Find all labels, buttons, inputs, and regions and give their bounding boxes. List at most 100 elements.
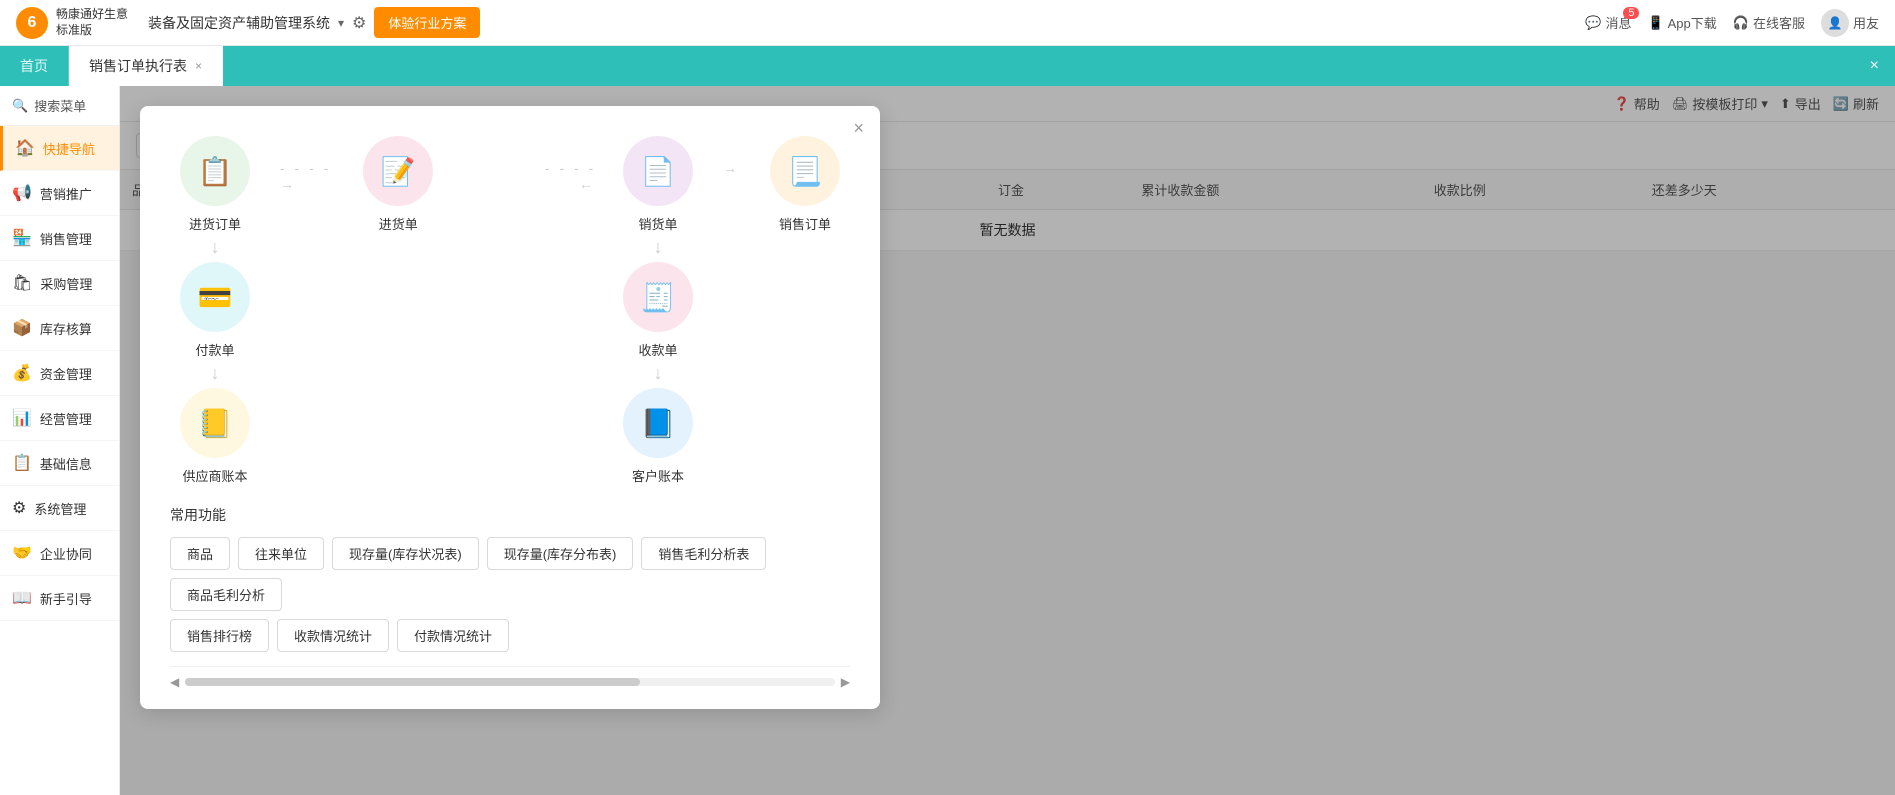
flow-node-receipt[interactable]: 🧾 收款单 [623, 262, 693, 359]
sidebar-item-marketing[interactable]: 📢 营销推广 [0, 171, 119, 216]
sidebar-item-inventory[interactable]: 📦 库存核算 [0, 306, 119, 351]
sidebar-item-system[interactable]: ⚙ 系统管理 [0, 486, 119, 531]
func-btn-stock-status[interactable]: 现存量(库存状况表) [332, 537, 479, 570]
sidebar-item-collab[interactable]: 🤝 企业协同 [0, 531, 119, 576]
common-funcs: 常用功能 商品 往来单位 现存量(库存状况表) 现存量(库存分布表) 销售毛利分… [170, 505, 850, 652]
scrollbar-track[interactable] [185, 678, 835, 686]
flow-node-purchase-bill[interactable]: 📝 进货单 [363, 136, 433, 233]
sales-bill-icon: 📄 [623, 136, 693, 206]
mid-left-col: 📝 进货单 [353, 136, 443, 233]
flow-node-sales-order[interactable]: 📃 销售订单 [770, 136, 840, 233]
tab-home[interactable]: 首页 [0, 46, 69, 86]
sidebar-item-sales[interactable]: 🏪 销售管理 [0, 216, 119, 261]
popup-close-btn[interactable]: × [853, 118, 864, 139]
func-btn-sales-profit[interactable]: 销售毛利分析表 [641, 537, 766, 570]
common-funcs-title: 常用功能 [170, 505, 850, 525]
flow-diagram: 📋 进货订单 ↓ 💳 付款单 ↓ 📒 [170, 136, 850, 485]
system-icon: ⚙ [12, 498, 26, 518]
payment-icon: 💳 [180, 262, 250, 332]
tab-sales-order[interactable]: 销售订单执行表 × [69, 46, 223, 86]
purchase-icon: 🛍 [12, 273, 32, 293]
right-col: 📃 销售订单 [760, 136, 850, 233]
purchase-bill-label: 进货单 [379, 214, 418, 233]
sales-bill-label: 销货单 [638, 214, 677, 233]
settings-icon[interactable]: ⚙ [352, 13, 366, 33]
left-flow-col: 📋 进货订单 ↓ 💳 付款单 ↓ 📒 [170, 136, 260, 485]
message-badge: 5 [1623, 7, 1639, 19]
inventory-icon: 📦 [12, 318, 32, 338]
flow-node-payment[interactable]: 💳 付款单 [180, 262, 250, 359]
func-btn-product[interactable]: 商品 [170, 537, 230, 570]
popup-card: × 📋 进货订单 ↓ 💳 [140, 106, 880, 709]
system-dropdown-btn[interactable]: ▾ [338, 16, 344, 30]
purchase-order-icon: 📋 [180, 136, 250, 206]
message-icon: 💬 [1585, 15, 1601, 31]
func-btn-product-profit[interactable]: 商品毛利分析 [170, 578, 282, 611]
scroll-right-btn[interactable]: ▶ [841, 675, 850, 689]
logo-text: 畅康通好生意 标准版 [56, 7, 128, 38]
sales-order-icon: 📃 [770, 136, 840, 206]
operations-icon: 📊 [12, 408, 32, 428]
logo-icon: 6 [16, 7, 48, 39]
phone-icon: 📱 [1647, 15, 1663, 31]
trial-btn[interactable]: 体验行业方案 [374, 7, 480, 38]
marketing-icon: 📢 [12, 183, 32, 203]
sidebar-item-operations[interactable]: 📊 经营管理 [0, 396, 119, 441]
guide-icon: 📖 [12, 588, 32, 608]
purchase-order-label: 进货订单 [189, 214, 241, 233]
arrow-down-4: ↓ [654, 363, 663, 384]
sidebar-item-basic-info[interactable]: 📋 基础信息 [0, 441, 119, 486]
flow-node-customer[interactable]: 📘 客户账本 [623, 388, 693, 485]
customer-label: 客户账本 [632, 466, 684, 485]
main-layout: 🔍 搜索菜单 🏠 快捷导航 📢 营销推广 🏪 销售管理 🛍 采购管理 📦 库存核… [0, 86, 1895, 795]
top-header: 6 畅康通好生意 标准版 装备及固定资产辅助管理系统 ▾ ⚙ 体验行业方案 💬 … [0, 0, 1895, 46]
func-btn-stock-dist[interactable]: 现存量(库存分布表) [487, 537, 634, 570]
func-btns-row2: 销售排行榜 收款情况统计 付款情况统计 [170, 619, 850, 652]
flow-node-supplier[interactable]: 📒 供应商账本 [180, 388, 250, 485]
mid-right-col: 📄 销货单 ↓ 🧾 收款单 ↓ 📘 客户账本 [613, 136, 703, 485]
user-area[interactable]: 👤 用友 [1821, 9, 1879, 37]
sidebar-item-guide[interactable]: 📖 新手引导 [0, 576, 119, 621]
arrow-down-3: ↓ [654, 237, 663, 258]
flow-node-sales-bill[interactable]: 📄 销货单 [623, 136, 693, 233]
arrow-down-2: ↓ [211, 363, 220, 384]
func-btn-receipt-stats[interactable]: 收款情况统计 [277, 619, 389, 652]
online-service-btn[interactable]: 🎧 在线客服 [1733, 13, 1805, 32]
message-btn[interactable]: 💬 消息 5 [1585, 13, 1631, 32]
sales-order-label: 销售订单 [779, 214, 831, 233]
content-area: ❓ 帮助 🖨 按模板打印 ▾ ⬆ 导出 🔄 刷新 [120, 86, 1895, 795]
system-title: 装备及固定资产辅助管理系统 ▾ ⚙ 体验行业方案 [148, 7, 1573, 38]
supplier-icon: 📒 [180, 388, 250, 458]
sales-icon: 🏪 [12, 228, 32, 248]
finance-icon: 💰 [12, 363, 32, 383]
scrollbar-thumb [185, 678, 640, 686]
func-btn-sales-rank[interactable]: 销售排行榜 [170, 619, 269, 652]
collab-icon: 🤝 [12, 543, 32, 563]
purchase-bill-icon: 📝 [363, 136, 433, 206]
close-all-tabs-btn[interactable]: × [1854, 57, 1895, 75]
func-btn-contacts[interactable]: 往来单位 [238, 537, 324, 570]
basic-info-icon: 📋 [12, 453, 32, 473]
search-icon: 🔍 [12, 98, 28, 114]
sidebar-item-quick-nav[interactable]: 🏠 快捷导航 [0, 126, 119, 171]
app-download-btn[interactable]: 📱 App下载 [1647, 13, 1716, 32]
headset-icon: 🎧 [1733, 15, 1749, 31]
system-name: 装备及固定资产辅助管理系统 [148, 13, 330, 33]
flow-node-purchase-order[interactable]: 📋 进货订单 [180, 136, 250, 233]
sidebar-item-purchase[interactable]: 🛍 采购管理 [0, 261, 119, 306]
logo-area: 6 畅康通好生意 标准版 [16, 7, 136, 39]
scroll-left-btn[interactable]: ◀ [170, 675, 179, 689]
arrow-h-right: → [723, 160, 740, 176]
header-right: 💬 消息 5 📱 App下载 🎧 在线客服 👤 用友 [1585, 9, 1879, 37]
search-menu-btn[interactable]: 🔍 搜索菜单 [0, 86, 119, 126]
arrow-down-1: ↓ [211, 237, 220, 258]
popup-scrollbar: ◀ ▶ [170, 666, 850, 689]
customer-icon: 📘 [623, 388, 693, 458]
receipt-label: 收款单 [638, 340, 677, 359]
func-btn-payment-stats[interactable]: 付款情况统计 [397, 619, 509, 652]
sidebar-item-finance[interactable]: 💰 资金管理 [0, 351, 119, 396]
user-avatar: 👤 [1821, 9, 1849, 37]
receipt-icon: 🧾 [623, 262, 693, 332]
sidebar: 🔍 搜索菜单 🏠 快捷导航 📢 营销推广 🏪 销售管理 🛍 采购管理 📦 库存核… [0, 86, 120, 795]
tab-close-icon[interactable]: × [195, 59, 202, 73]
